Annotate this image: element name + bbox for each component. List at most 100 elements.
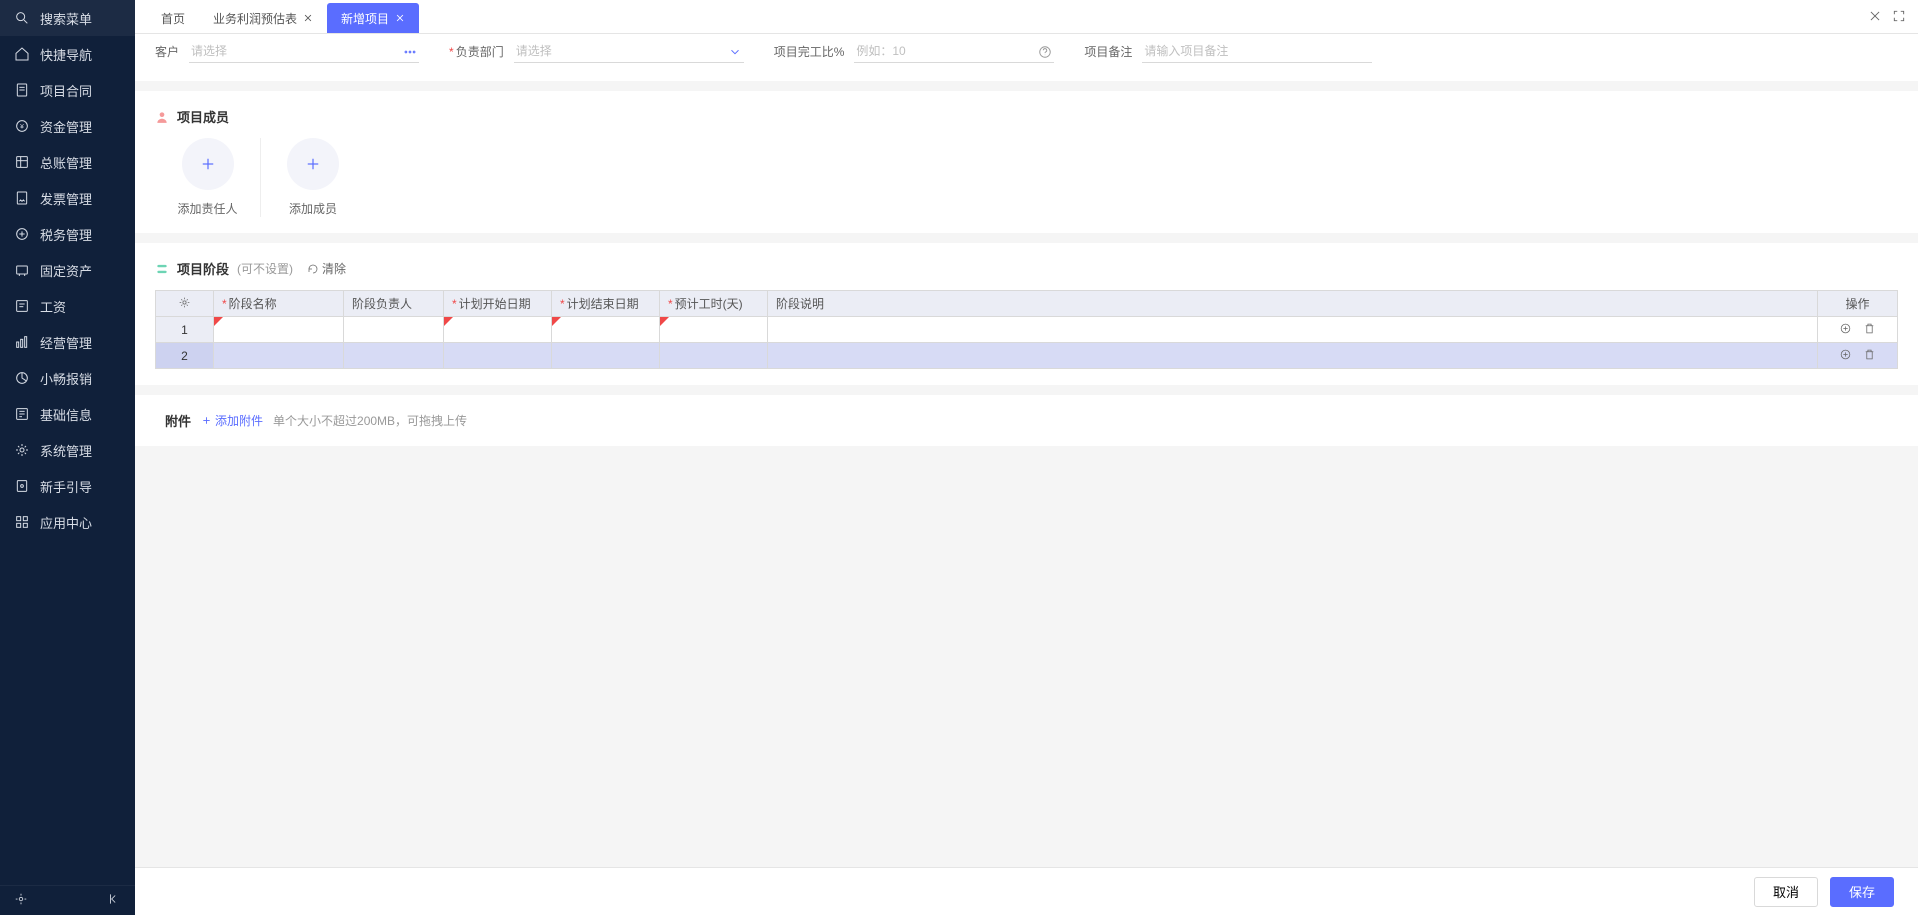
attachment-tip: 单个大小不超过200MB，可拖拽上传	[273, 412, 467, 429]
delete-row-icon[interactable]	[1859, 350, 1880, 364]
fullscreen-icon[interactable]	[1892, 9, 1906, 26]
form-row: 客户 *负责部门 项目完工比%	[135, 34, 1918, 81]
file-icon	[14, 82, 30, 98]
table-row[interactable]: 1	[156, 317, 1898, 343]
settings-icon[interactable]	[14, 892, 28, 909]
sidebar-item-ledger[interactable]: 总账管理	[0, 144, 135, 180]
col-stage-name: *阶段名称	[214, 291, 344, 317]
tax-icon	[14, 226, 30, 242]
cell-ops	[1818, 317, 1898, 343]
panel-attachments: 附件 添加附件 单个大小不超过200MB，可拖拽上传	[135, 395, 1918, 446]
progress-input[interactable]	[854, 40, 1054, 63]
close-icon[interactable]	[395, 13, 405, 23]
tab-home[interactable]: 首页	[147, 3, 199, 33]
sidebar-item-label: 搜索菜单	[40, 9, 92, 28]
sidebar-item-guide[interactable]: 新手引导	[0, 468, 135, 504]
cell-stage-name[interactable]	[214, 317, 344, 343]
add-row-icon[interactable]	[1835, 350, 1856, 364]
field-remark: 项目备注	[1084, 40, 1372, 63]
cell-plan-start[interactable]	[444, 317, 552, 343]
sidebar-item-tax[interactable]: 税务管理	[0, 216, 135, 252]
members-row: 添加责任人 添加成员	[155, 138, 1898, 217]
sidebar-item-contract[interactable]: 项目合同	[0, 72, 135, 108]
cell-stage-person[interactable]	[344, 317, 444, 343]
add-owner-box: 添加责任人	[155, 138, 260, 217]
add-owner-label: 添加责任人	[177, 200, 237, 217]
col-plan-start: *计划开始日期	[444, 291, 552, 317]
sidebar-item-asset[interactable]: 固定资产	[0, 252, 135, 288]
add-row-icon[interactable]	[1835, 324, 1856, 338]
cell-stage-desc[interactable]	[768, 343, 1818, 369]
tab-new-project[interactable]: 新增项目	[327, 3, 419, 33]
sidebar-item-label: 基础信息	[40, 405, 92, 424]
sidebar-footer	[0, 885, 135, 915]
cell-stage-person[interactable]	[344, 343, 444, 369]
more-icon[interactable]	[403, 45, 417, 59]
sidebar-item-label: 新手引导	[40, 477, 92, 496]
table-row[interactable]: 2	[156, 343, 1898, 369]
cell-est-hours[interactable]	[660, 343, 768, 369]
cell-ops	[1818, 343, 1898, 369]
customer-input[interactable]	[189, 40, 419, 63]
save-button[interactable]: 保存	[1830, 877, 1894, 907]
footer: 取消 保存	[135, 867, 1918, 915]
sidebar-item-label: 应用中心	[40, 513, 92, 532]
tabs-right-actions	[1868, 0, 1912, 34]
delete-row-icon[interactable]	[1859, 324, 1880, 338]
close-panel-icon[interactable]	[1868, 9, 1882, 26]
close-icon[interactable]	[303, 13, 313, 23]
field-label: 项目完工比%	[774, 43, 845, 60]
tab-profit-estimate[interactable]: 业务利润预估表	[199, 3, 327, 33]
sidebar-item-fund[interactable]: ¥ 资金管理	[0, 108, 135, 144]
sidebar-item-label: 系统管理	[40, 441, 92, 460]
cell-plan-end[interactable]	[552, 317, 660, 343]
required-marker	[444, 317, 453, 326]
field-label: 项目备注	[1084, 43, 1132, 60]
sidebar-item-manage[interactable]: 经营管理	[0, 324, 135, 360]
sidebar-item-salary[interactable]: 工资	[0, 288, 135, 324]
sidebar-item-label: 总账管理	[40, 153, 92, 172]
sidebar-item-invoice[interactable]: 发票管理	[0, 180, 135, 216]
cell-plan-start[interactable]	[444, 343, 552, 369]
remark-input[interactable]	[1142, 40, 1372, 63]
help-icon[interactable]	[1038, 45, 1052, 59]
panel-title: 项目阶段	[177, 259, 229, 278]
add-member-label: 添加成员	[289, 200, 337, 217]
guide-icon	[14, 478, 30, 494]
cell-plan-end[interactable]	[552, 343, 660, 369]
cancel-button[interactable]: 取消	[1754, 877, 1818, 907]
field-label: *负责部门	[449, 43, 504, 60]
panel-members: 项目成员 添加责任人 添加成员	[135, 91, 1918, 233]
cell-stage-name[interactable]	[214, 343, 344, 369]
add-attachment-button[interactable]: 添加附件	[201, 412, 263, 429]
asset-icon	[14, 262, 30, 278]
sidebar-item-quicknav[interactable]: 快捷导航	[0, 36, 135, 72]
panel-head: 项目成员	[155, 107, 1898, 126]
cell-stage-desc[interactable]	[768, 317, 1818, 343]
panel-head: 项目阶段 (可不设置) 清除	[155, 259, 1898, 278]
sidebar-item-system[interactable]: 系统管理	[0, 432, 135, 468]
panel-head: 附件 添加附件 单个大小不超过200MB，可拖拽上传	[155, 411, 1898, 430]
ledger-icon	[14, 154, 30, 170]
cell-est-hours[interactable]	[660, 317, 768, 343]
add-owner-button[interactable]	[182, 138, 234, 190]
sidebar-item-label: 项目合同	[40, 81, 92, 100]
sidebar-item-search[interactable]: 搜索菜单	[0, 0, 135, 36]
col-settings[interactable]	[156, 291, 214, 317]
required-marker	[552, 317, 561, 326]
field-label: 客户	[155, 43, 179, 60]
add-member-button[interactable]	[287, 138, 339, 190]
department-select[interactable]	[514, 40, 744, 63]
field-progress: 项目完工比%	[774, 40, 1055, 63]
sidebar-item-appcenter[interactable]: 应用中心	[0, 504, 135, 540]
collapse-icon[interactable]	[107, 892, 121, 909]
app-icon	[14, 514, 30, 530]
table-header-row: *阶段名称 阶段负责人 *计划开始日期 *计划结束日期 *预计工时(天) 阶段说…	[156, 291, 1898, 317]
manage-icon	[14, 334, 30, 350]
sidebar-item-report[interactable]: 小畅报销	[0, 360, 135, 396]
clear-stages-button[interactable]: 清除	[307, 260, 346, 277]
chevron-down-icon[interactable]	[728, 45, 742, 59]
user-icon	[155, 110, 169, 124]
sidebar-item-baseinfo[interactable]: 基础信息	[0, 396, 135, 432]
panel-note: (可不设置)	[237, 260, 293, 277]
